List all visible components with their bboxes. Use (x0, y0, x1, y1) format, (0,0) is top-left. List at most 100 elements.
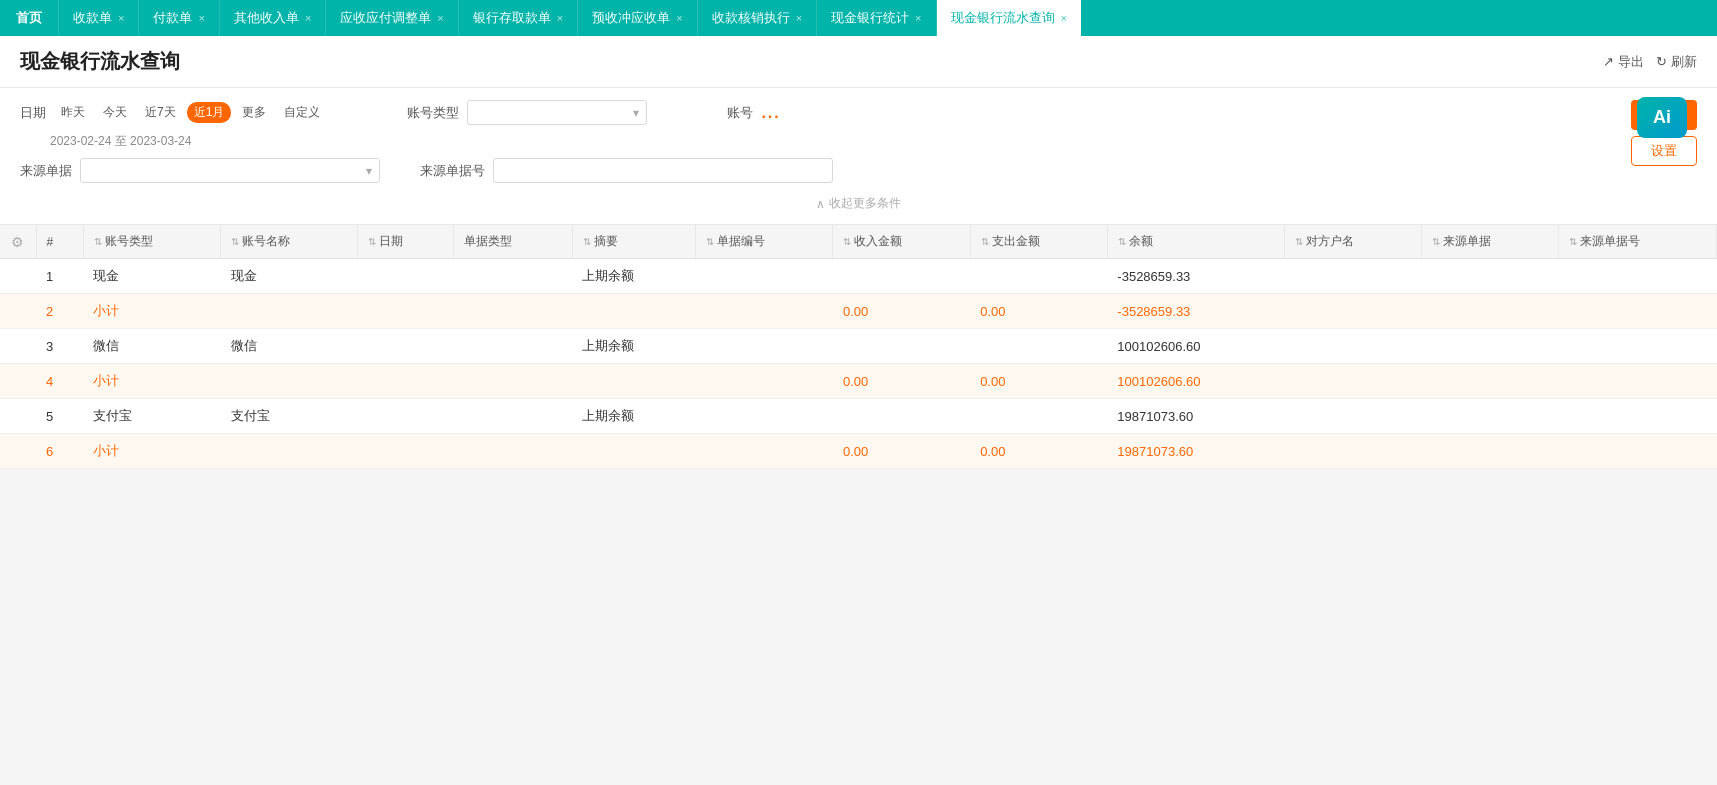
cell-idx: 5 (36, 399, 83, 434)
close-icon[interactable]: × (1061, 12, 1067, 24)
cell-doc-type (454, 259, 572, 294)
close-icon[interactable]: × (676, 12, 682, 24)
nav-home[interactable]: 首页 (0, 0, 59, 36)
cell-doc-type (454, 399, 572, 434)
col-account-type: ⇅账号类型 (83, 225, 220, 259)
table-row[interactable]: 2小计0.000.00-3528659.33 (0, 294, 1717, 329)
date-opt-7days[interactable]: 近7天 (138, 102, 183, 123)
nav-tab-bank-deposit[interactable]: 银行存取款单 × (459, 0, 578, 36)
sort-icon[interactable]: ⇅ (981, 236, 989, 247)
close-icon[interactable]: × (915, 12, 921, 24)
cell-summary (572, 294, 695, 329)
table-row[interactable]: 1现金现金上期余额-3528659.33 (0, 259, 1717, 294)
header-actions: ↗ 导出 ↻ 刷新 (1603, 53, 1697, 71)
cell-date (358, 434, 454, 469)
col-balance: ⇅余额 (1107, 225, 1284, 259)
source-doc-no-input[interactable] (493, 158, 833, 183)
cell-settings (0, 399, 36, 434)
cell-settings (0, 364, 36, 399)
date-opt-yesterday[interactable]: 昨天 (54, 102, 92, 123)
sort-icon[interactable]: ⇅ (706, 236, 714, 247)
chevron-up-icon: ∧ (816, 197, 825, 211)
date-opt-custom[interactable]: 自定义 (277, 102, 327, 123)
cell-idx: 2 (36, 294, 83, 329)
date-range-text: 2023-02-24 至 2023-03-24 (50, 134, 191, 148)
filter-area: 日期 昨天 今天 近7天 近1月 更多 自定义 账号类型 (0, 88, 1717, 225)
cell-income (833, 399, 970, 434)
cell-doc-no (696, 294, 833, 329)
close-icon[interactable]: × (557, 12, 563, 24)
cell-doc-type (454, 294, 572, 329)
cell-account-type: 小计 (83, 364, 220, 399)
cell-source-doc (1421, 259, 1558, 294)
collapse-bar[interactable]: ∧ 收起更多条件 (20, 191, 1697, 212)
sort-icon[interactable]: ⇅ (1295, 236, 1303, 247)
date-label: 日期 (20, 104, 46, 122)
account-type-select[interactable] (467, 100, 647, 125)
refresh-button[interactable]: ↻ 刷新 (1656, 53, 1697, 71)
col-summary: ⇅摘要 (572, 225, 695, 259)
ai-badge[interactable]: Ai (1637, 97, 1687, 138)
cell-settings (0, 434, 36, 469)
sort-icon[interactable]: ⇅ (1432, 236, 1440, 247)
cell-source-doc (1421, 329, 1558, 364)
nav-tab-other-income[interactable]: 其他收入单 × (220, 0, 326, 36)
sort-icon[interactable]: ⇅ (583, 236, 591, 247)
account-filter-group: 账号 ... (727, 104, 780, 122)
sort-icon[interactable]: ⇅ (843, 236, 851, 247)
sort-icon[interactable]: ⇅ (1569, 236, 1577, 247)
cell-balance: 19871073.60 (1107, 434, 1284, 469)
source-doc-no-filter-group: 来源单据号 (420, 158, 833, 183)
close-icon[interactable]: × (118, 12, 124, 24)
col-account-name: ⇅账号名称 (221, 225, 358, 259)
sort-icon[interactable]: ⇅ (368, 236, 376, 247)
table-row[interactable]: 3微信微信上期余额100102606.60 (0, 329, 1717, 364)
close-icon[interactable]: × (437, 12, 443, 24)
source-doc-select[interactable] (80, 158, 380, 183)
cell-doc-type (454, 329, 572, 364)
table-row[interactable]: 6小计0.000.0019871073.60 (0, 434, 1717, 469)
cell-counterpart (1284, 434, 1421, 469)
table-row[interactable]: 4小计0.000.00100102606.60 (0, 364, 1717, 399)
cell-doc-type (454, 434, 572, 469)
gear-icon[interactable]: ⚙ (11, 234, 24, 250)
close-icon[interactable]: × (305, 12, 311, 24)
cell-counterpart (1284, 259, 1421, 294)
close-icon[interactable]: × (796, 12, 802, 24)
date-opt-today[interactable]: 今天 (96, 102, 134, 123)
nav-tab-verify[interactable]: 收款核销执行 × (698, 0, 817, 36)
account-dots-button[interactable]: ... (761, 104, 780, 122)
cell-expense (970, 259, 1107, 294)
col-expense: ⇅支出金额 (970, 225, 1107, 259)
cell-balance: 100102606.60 (1107, 364, 1284, 399)
cell-account-type: 小计 (83, 294, 220, 329)
col-idx: # (36, 225, 83, 259)
nav-tab-advance[interactable]: 预收冲应收单 × (578, 0, 697, 36)
sort-icon[interactable]: ⇅ (94, 236, 102, 247)
cell-account-type: 支付宝 (83, 399, 220, 434)
cell-date (358, 294, 454, 329)
sort-icon[interactable]: ⇅ (1118, 236, 1126, 247)
nav-tab-adjustment[interactable]: 应收应付调整单 × (326, 0, 458, 36)
cell-idx: 1 (36, 259, 83, 294)
date-opt-1month[interactable]: 近1月 (187, 102, 232, 123)
account-label: 账号 (727, 104, 753, 122)
cell-expense: 0.00 (970, 434, 1107, 469)
settings-button[interactable]: 设置 (1631, 136, 1697, 166)
nav-tab-fukuan[interactable]: 付款单 × (139, 0, 219, 36)
top-nav: 首页 收款单 × 付款单 × 其他收入单 × 应收应付调整单 × 银行存取款单 … (0, 0, 1717, 36)
col-doc-type: 单据类型 (454, 225, 572, 259)
table-row[interactable]: 5支付宝支付宝上期余额19871073.60 (0, 399, 1717, 434)
nav-tab-cash-bank-stat[interactable]: 现金银行统计 × (817, 0, 936, 36)
cell-income: 0.00 (833, 434, 970, 469)
date-opt-more[interactable]: 更多 (235, 102, 273, 123)
cell-summary: 上期余额 (572, 399, 695, 434)
account-type-filter-group: 账号类型 (407, 100, 647, 125)
sort-icon[interactable]: ⇅ (231, 236, 239, 247)
nav-tab-cash-bank-flow[interactable]: 现金银行流水查询 × (937, 0, 1081, 36)
cell-source-doc-no (1559, 259, 1717, 294)
export-button[interactable]: ↗ 导出 (1603, 53, 1644, 71)
nav-tab-shoukuan[interactable]: 收款单 × (59, 0, 139, 36)
close-icon[interactable]: × (198, 12, 204, 24)
cell-settings (0, 294, 36, 329)
